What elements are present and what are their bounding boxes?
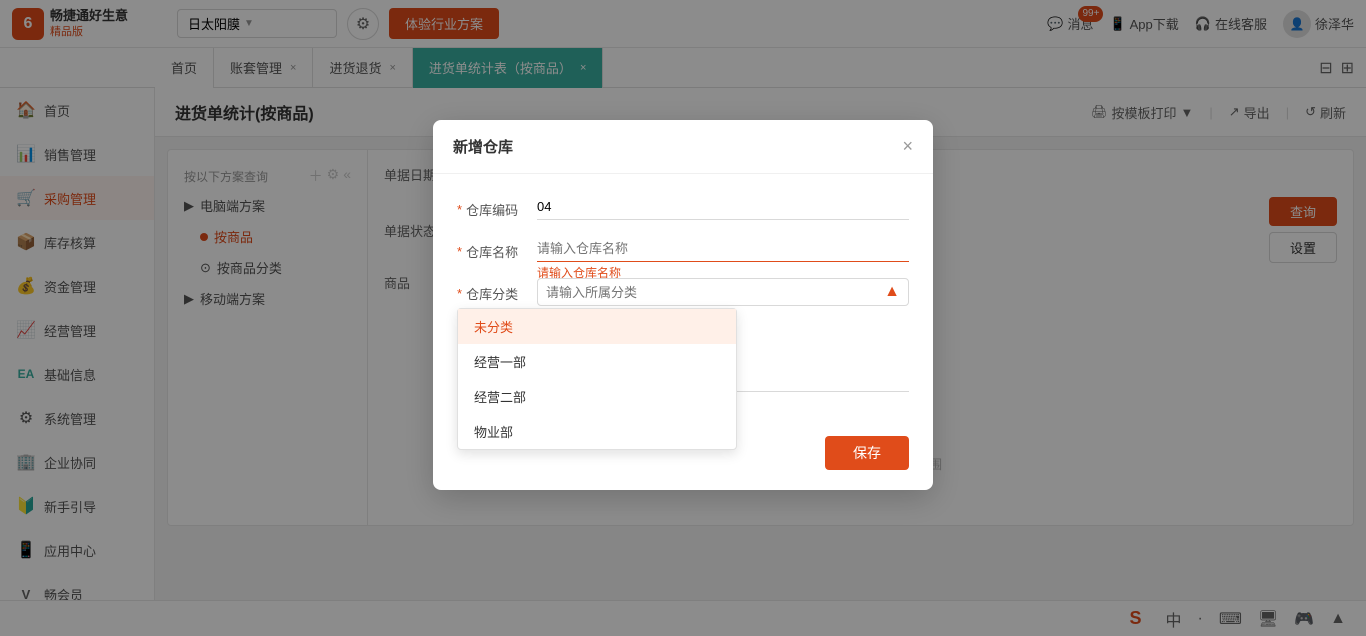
category-toggle-icon[interactable]: ▲ xyxy=(884,283,900,301)
form-row-category: * 仓库分类 ▲ 未分类 经营一部 xyxy=(457,278,909,306)
dialog-header: 新增仓库 × xyxy=(433,120,933,174)
dialog-close-button[interactable]: × xyxy=(902,136,913,157)
dialog-overlay: 新增仓库 × * 仓库编码 * 仓库名称 xyxy=(0,0,1366,636)
code-label: * 仓库编码 xyxy=(457,194,537,219)
category-label: * 仓库分类 xyxy=(457,278,537,303)
warehouse-name-input[interactable] xyxy=(537,236,909,262)
category-dropdown: 未分类 经营一部 经营二部 物业部 xyxy=(457,308,737,450)
dialog-body: * 仓库编码 * 仓库名称 请输入仓库名称 xyxy=(433,174,933,424)
category-input-wrap: ▲ xyxy=(537,278,909,306)
dialog-title: 新增仓库 xyxy=(453,136,513,157)
dropdown-option-2[interactable]: 经营二部 xyxy=(458,379,736,414)
name-field-wrap: 请输入仓库名称 xyxy=(537,236,909,262)
new-warehouse-dialog: 新增仓库 × * 仓库编码 * 仓库名称 xyxy=(433,120,933,490)
category-input[interactable] xyxy=(546,285,884,300)
warehouse-code-input[interactable] xyxy=(537,194,909,220)
code-field-wrap xyxy=(537,194,909,220)
category-field-wrap: ▲ 未分类 经营一部 经营二部 物业部 xyxy=(537,278,909,306)
name-label: * 仓库名称 xyxy=(457,236,537,261)
form-row-code: * 仓库编码 xyxy=(457,194,909,220)
dropdown-option-1[interactable]: 经营一部 xyxy=(458,344,736,379)
save-button[interactable]: 保存 xyxy=(825,436,909,470)
form-row-name: * 仓库名称 请输入仓库名称 xyxy=(457,236,909,262)
dropdown-option-0[interactable]: 未分类 xyxy=(458,309,736,344)
dropdown-option-3[interactable]: 物业部 xyxy=(458,414,736,449)
